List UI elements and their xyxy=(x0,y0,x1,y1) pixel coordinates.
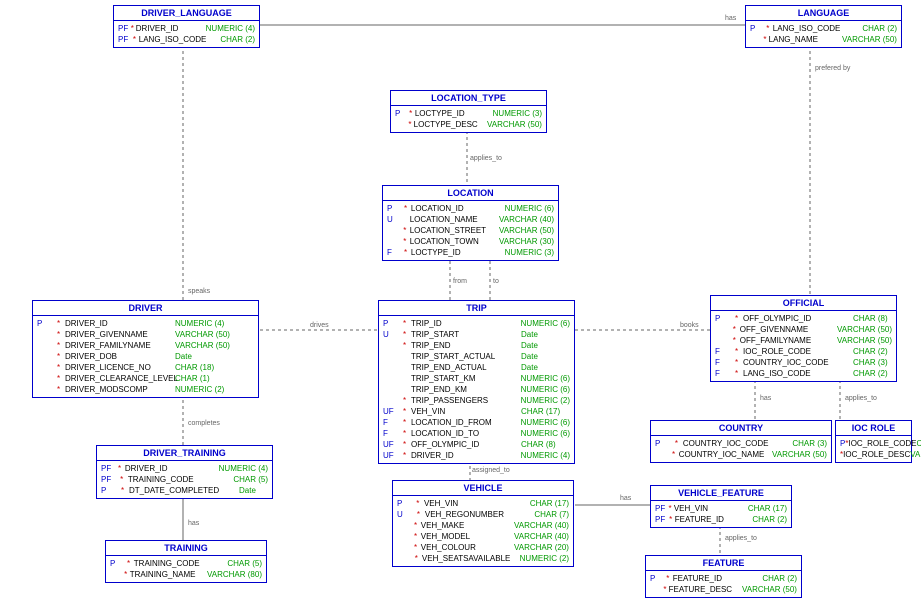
rel-has4: has xyxy=(620,495,631,502)
body: PF*DRIVER_IDNUMERIC (4)PF*TRAINING_CODEC… xyxy=(97,461,272,498)
title: LANGUAGE xyxy=(746,6,901,21)
rel-has2: has xyxy=(760,395,771,402)
entity-country: COUNTRY P*COUNTRY_IOC_CODECHAR (3)*COUNT… xyxy=(650,420,832,463)
body: P*OFF_OLYMPIC_IDCHAR (8)*OFF_GIVENNAMEVA… xyxy=(711,311,896,381)
entity-language: LANGUAGE P*LANG_ISO_CODECHAR (2)*LANG_NA… xyxy=(745,5,902,48)
body: P*LANG_ISO_CODECHAR (2)*LANG_NAMEVARCHAR… xyxy=(746,21,901,47)
rel-assigned: assigned_to xyxy=(472,467,510,474)
rel-prefered: prefered by xyxy=(815,65,850,72)
body: P*COUNTRY_IOC_CODECHAR (3)*COUNTRY_IOC_N… xyxy=(651,436,831,462)
entity-driver: DRIVER P*DRIVER_IDNUMERIC (4)*DRIVER_GIV… xyxy=(32,300,259,398)
entity-training: TRAINING P*TRAINING_CODECHAR (5)*TRAININ… xyxy=(105,540,267,583)
rel-books: books xyxy=(680,322,699,329)
rel-drives: drives xyxy=(310,322,329,329)
entity-trip: TRIP P*TRIP_IDNUMERIC (6)U*TRIP_STARTDat… xyxy=(378,300,575,464)
rel-has3: has xyxy=(188,520,199,527)
title: VEHICLE xyxy=(393,481,573,496)
body: P*VEH_VINCHAR (17)U*VEH_REGONUMBERCHAR (… xyxy=(393,496,573,566)
rel-speaks: speaks xyxy=(188,288,210,295)
title: DRIVER_LANGUAGE xyxy=(114,6,259,21)
title: LOCATION xyxy=(383,186,558,201)
body: PF*VEH_VINCHAR (17)PF*FEATURE_IDCHAR (2) xyxy=(651,501,791,527)
entity-vehicle: VEHICLE P*VEH_VINCHAR (17)U*VEH_REGONUMB… xyxy=(392,480,574,567)
body: P*DRIVER_IDNUMERIC (4)*DRIVER_GIVENNAMEV… xyxy=(33,316,258,397)
rel-completes: completes xyxy=(188,420,220,427)
title: OFFICIAL xyxy=(711,296,896,311)
body: P*LOCATION_IDNUMERIC (6)ULOCATION_NAMEVA… xyxy=(383,201,558,260)
body: PF*DRIVER_IDNUMERIC (4)PF*LANG_ISO_CODEC… xyxy=(114,21,259,47)
body: P*TRAINING_CODECHAR (5)*TRAINING_NAMEVAR… xyxy=(106,556,266,582)
title: DRIVER xyxy=(33,301,258,316)
rel-from: from xyxy=(453,278,467,285)
body: P*FEATURE_IDCHAR (2)*FEATURE_DESCVARCHAR… xyxy=(646,571,801,597)
body: P*LOCTYPE_IDNUMERIC (3)*LOCTYPE_DESCVARC… xyxy=(391,106,546,132)
rel-has: has xyxy=(725,15,736,22)
title: TRAINING xyxy=(106,541,266,556)
body: P*TRIP_IDNUMERIC (6)U*TRIP_STARTDate*TRI… xyxy=(379,316,574,463)
title: VEHICLE_FEATURE xyxy=(651,486,791,501)
rel-applies3: applies_to xyxy=(845,395,877,402)
entity-driver-training: DRIVER_TRAINING PF*DRIVER_IDNUMERIC (4)P… xyxy=(96,445,273,499)
entity-driver-language: DRIVER_LANGUAGE PF*DRIVER_IDNUMERIC (4)P… xyxy=(113,5,260,48)
rel-applies1: applies_to xyxy=(470,155,502,162)
title: IOC ROLE xyxy=(836,421,911,436)
title: DRIVER_TRAINING xyxy=(97,446,272,461)
title: FEATURE xyxy=(646,556,801,571)
rel-to: to xyxy=(493,278,499,285)
body: P*IOC_ROLE_CODECHAR (2)*IOC_ROLE_DESCVAR… xyxy=(836,436,911,462)
title: COUNTRY xyxy=(651,421,831,436)
title: TRIP xyxy=(379,301,574,316)
entity-vehicle-feature: VEHICLE_FEATURE PF*VEH_VINCHAR (17)PF*FE… xyxy=(650,485,792,528)
entity-ioc-role: IOC ROLE P*IOC_ROLE_CODECHAR (2)*IOC_ROL… xyxy=(835,420,912,463)
entity-feature: FEATURE P*FEATURE_IDCHAR (2)*FEATURE_DES… xyxy=(645,555,802,598)
entity-official: OFFICIAL P*OFF_OLYMPIC_IDCHAR (8)*OFF_GI… xyxy=(710,295,897,382)
title: LOCATION_TYPE xyxy=(391,91,546,106)
rel-applies2: applies_to xyxy=(725,535,757,542)
entity-location: LOCATION P*LOCATION_IDNUMERIC (6)ULOCATI… xyxy=(382,185,559,261)
entity-location-type: LOCATION_TYPE P*LOCTYPE_IDNUMERIC (3)*LO… xyxy=(390,90,547,133)
